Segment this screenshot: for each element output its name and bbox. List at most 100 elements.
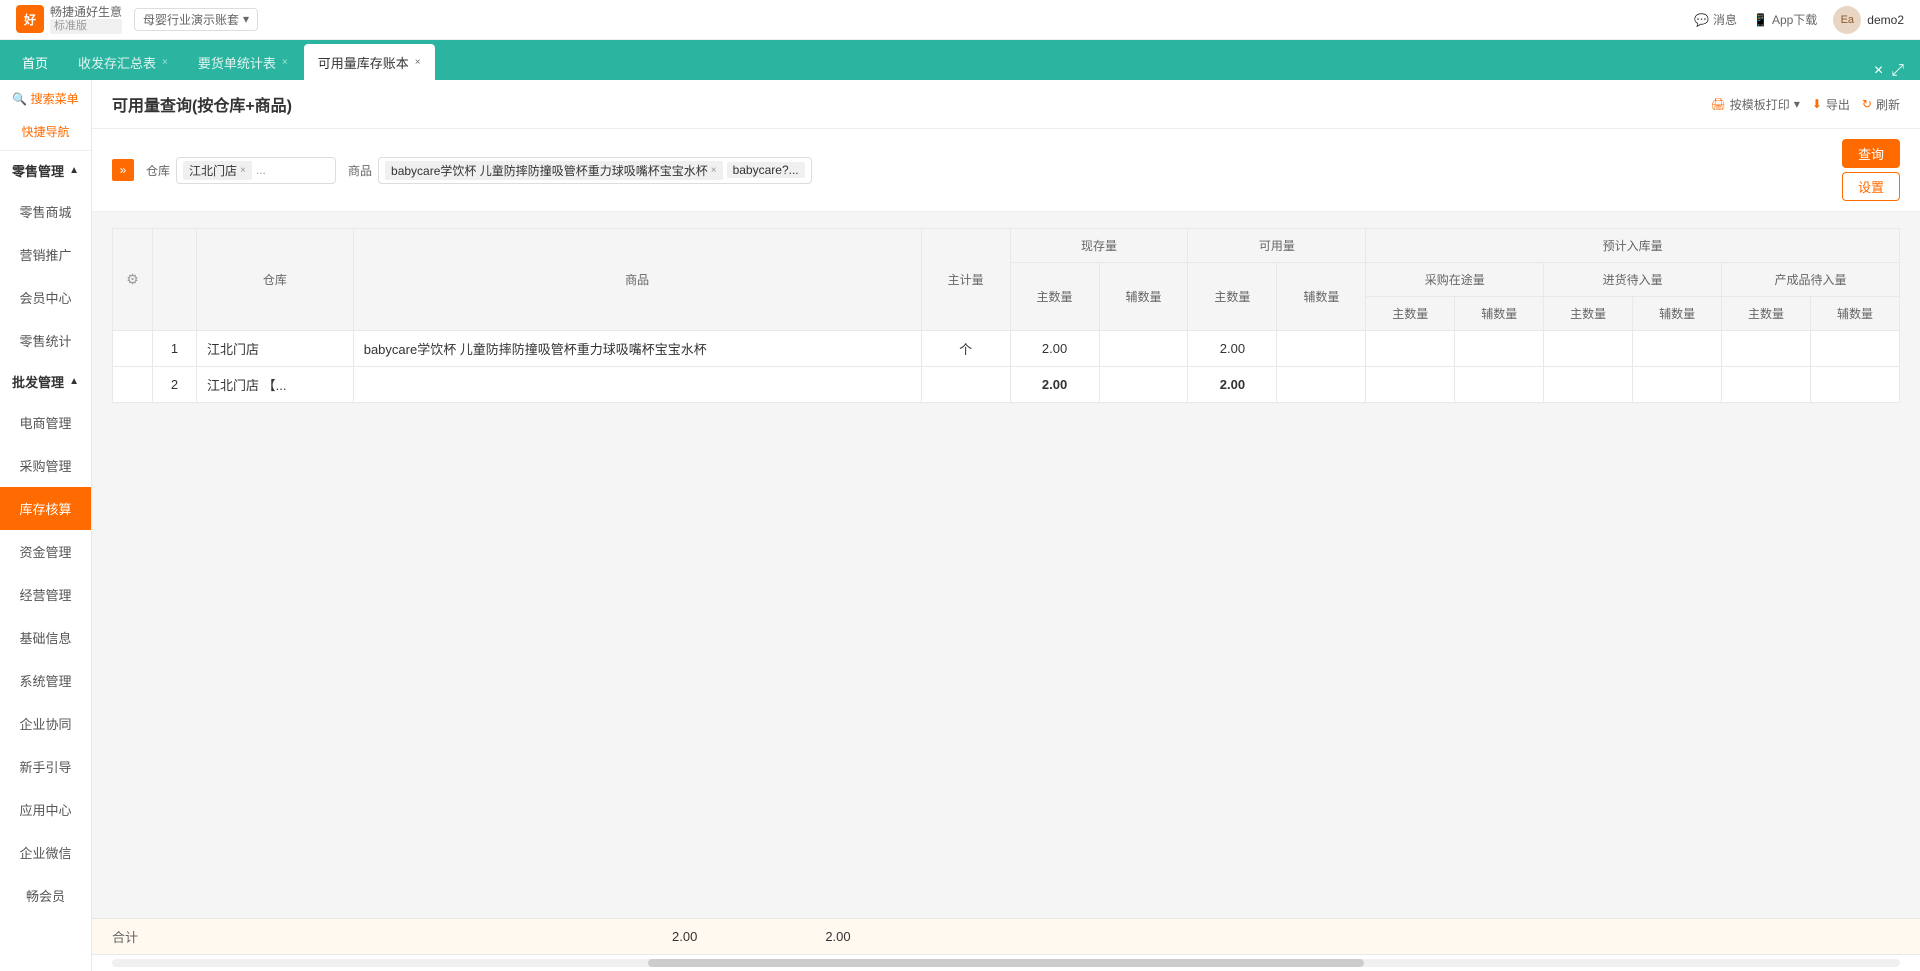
td-stock-main-1: 2.00	[1010, 331, 1099, 367]
inventory-tab-close[interactable]: ×	[415, 57, 421, 68]
th-purchase-sub: 辅数量	[1455, 297, 1544, 331]
query-button[interactable]: 查询	[1842, 139, 1900, 168]
sidebar-item-newbie[interactable]: 新手引导	[0, 745, 91, 788]
sidebar-item-retail-shop[interactable]: 零售商城	[0, 190, 91, 233]
export-btn[interactable]: ⬇ 导出	[1812, 96, 1850, 113]
warehouse-tag-remove[interactable]: ×	[240, 165, 246, 176]
main-area: 🔍 搜索菜单 快捷导航 零售管理 ▲ 零售商城 营销推广 会员中心 零售统计	[0, 80, 1920, 971]
sidebar-nav-label: 快捷导航	[21, 125, 69, 139]
logo-text: 畅捷通好生意	[50, 5, 122, 19]
sidebar-item-system[interactable]: 系统管理	[0, 659, 91, 702]
product-tag-babycare2: babycare?...	[727, 162, 805, 178]
th-rownum	[153, 229, 197, 331]
td-inbound-sub-2	[1633, 367, 1722, 403]
page-actions: 🖨 按模板打印 ▾ ⬇ 导出 ↻ 刷新	[1711, 96, 1900, 113]
sidebar-ecommerce-label: 电商管理	[19, 413, 71, 432]
warehouse-tag-text: 江北门店	[189, 162, 237, 179]
sidebar-item-members[interactable]: 会员中心	[0, 276, 91, 319]
industry-label: 母婴行业演示账套	[143, 11, 239, 28]
filter-actions: 查询 设置	[1842, 139, 1900, 201]
scroll-track[interactable]	[112, 959, 1900, 967]
sidebar-purchase-label: 采购管理	[19, 456, 71, 475]
sidebar-item-finance[interactable]: 资金管理	[0, 530, 91, 573]
product-tag-remove[interactable]: ×	[711, 165, 717, 176]
product-tag-babycare: babycare学饮杯 儿童防摔防撞吸管杯重力球吸嘴杯宝宝水杯 ×	[385, 161, 723, 180]
top-bar: 好 畅捷通好生意 标准版 母婴行业演示账套 ▾ 💬 消息 📱 App下载 Ea …	[0, 0, 1920, 40]
col-settings-icon[interactable]: ⚙	[126, 271, 139, 287]
td-purchase-sub-1	[1455, 331, 1544, 367]
summary-label: 合计	[112, 927, 192, 946]
sidebar-item-enterprise[interactable]: 企业协同	[0, 702, 91, 745]
message-action[interactable]: 💬 消息	[1694, 11, 1737, 28]
warehouse-tags-input[interactable]: 江北门店 × ...	[176, 157, 336, 184]
tab-order[interactable]: 要货单统计表 ×	[184, 44, 302, 80]
sidebar-basic-label: 基础信息	[19, 628, 71, 647]
income-tab-label: 收发存汇总表	[78, 53, 156, 72]
th-stock-group: 现存量	[1010, 229, 1188, 263]
sidebar-retail-label: 零售管理	[12, 161, 64, 180]
refresh-btn[interactable]: ↻ 刷新	[1862, 96, 1900, 113]
product-tag-text: babycare学饮杯 儿童防摔防撞吸管杯重力球吸嘴杯宝宝水杯	[391, 162, 708, 179]
th-product: 商品	[353, 229, 921, 331]
expand-btn[interactable]: »	[112, 159, 134, 181]
filter-area: » 仓库 江北门店 × ... 商品 babycare学饮杯 儿童防摔防撞吸管杯…	[92, 129, 1920, 212]
sidebar-item-ecommerce[interactable]: 电商管理	[0, 401, 91, 444]
sidebar-item-retail-stats[interactable]: 零售统计	[0, 319, 91, 362]
maximize-window-icon[interactable]: ⤢	[1891, 62, 1904, 80]
order-tab-close[interactable]: ×	[282, 57, 288, 68]
app-download-action[interactable]: 📱 App下载	[1753, 11, 1817, 28]
th-unit: 主计量	[921, 229, 1010, 331]
income-tab-close[interactable]: ×	[162, 57, 168, 68]
export-icon: ⬇	[1812, 97, 1822, 111]
warehouse-more[interactable]: ...	[256, 163, 266, 177]
avatar: Ea	[1833, 6, 1861, 34]
industry-select[interactable]: 母婴行业演示账套 ▾	[134, 8, 258, 31]
chevron-up-icon: ▲	[69, 165, 79, 176]
sidebar-search[interactable]: 🔍 搜索菜单	[0, 80, 91, 117]
nav-tab-right: × ⤢	[1866, 62, 1912, 80]
sidebar-item-appstore[interactable]: 应用中心	[0, 788, 91, 831]
sidebar-item-inventory[interactable]: 库存核算	[0, 487, 91, 530]
sidebar-item-marketing[interactable]: 营销推广	[0, 233, 91, 276]
window-controls: × ⤢	[1866, 62, 1912, 80]
th-production-main: 主数量	[1722, 297, 1811, 331]
td-production-main-2	[1722, 367, 1811, 403]
template-tag: 标准版	[50, 19, 122, 34]
sidebar-item-basic[interactable]: 基础信息	[0, 616, 91, 659]
print-btn[interactable]: 🖨 按模板打印 ▾	[1711, 96, 1800, 113]
tab-home[interactable]: 首页	[8, 44, 62, 80]
sidebar-item-retail[interactable]: 零售管理 ▲	[0, 151, 91, 190]
th-inbound-pending-group: 进货待入量	[1544, 263, 1722, 297]
setting-button[interactable]: 设置	[1842, 172, 1900, 201]
user-area[interactable]: Ea demo2	[1833, 6, 1904, 34]
th-warehouse: 仓库	[197, 229, 354, 331]
product-tags-input[interactable]: babycare学饮杯 儿童防摔防撞吸管杯重力球吸嘴杯宝宝水杯 × babyca…	[378, 157, 812, 184]
sidebar-item-wechat[interactable]: 企业微信	[0, 831, 91, 874]
scroll-thumb[interactable]	[648, 959, 1363, 967]
td-stock-sub-2	[1099, 367, 1188, 403]
close-window-icon[interactable]: ×	[1874, 62, 1883, 80]
app-icon: 📱	[1753, 13, 1768, 27]
td-available-sub-1	[1277, 331, 1366, 367]
top-bar-left: 好 畅捷通好生意 标准版 母婴行业演示账套 ▾	[16, 5, 258, 35]
sidebar-item-vip[interactable]: 畅会员	[0, 874, 91, 917]
sidebar-finance-label: 资金管理	[19, 542, 71, 561]
sidebar-item-operations[interactable]: 经营管理	[0, 573, 91, 616]
td-settings-2	[113, 367, 153, 403]
sidebar-item-wholesale[interactable]: 批发管理 ▲	[0, 362, 91, 401]
td-available-main-1: 2.00	[1188, 331, 1277, 367]
td-purchase-main-2	[1366, 367, 1455, 403]
refresh-icon: ↻	[1862, 97, 1872, 111]
sidebar-item-purchase[interactable]: 采购管理	[0, 444, 91, 487]
product-tag2-text: babycare?...	[733, 163, 799, 177]
sidebar-appstore-label: 应用中心	[19, 800, 71, 819]
th-purchase-transit-group: 采购在途量	[1366, 263, 1544, 297]
td-unit-1: 个	[921, 331, 1010, 367]
sidebar-system-label: 系统管理	[19, 671, 71, 690]
sidebar-quick-nav[interactable]: 快捷导航	[0, 117, 91, 151]
chevron-down-print-icon: ▾	[1794, 97, 1800, 111]
username-label: demo2	[1867, 13, 1904, 27]
tab-income[interactable]: 收发存汇总表 ×	[64, 44, 182, 80]
tab-inventory[interactable]: 可用量库存账本 ×	[304, 44, 435, 80]
sidebar-members-label: 会员中心	[19, 288, 71, 307]
